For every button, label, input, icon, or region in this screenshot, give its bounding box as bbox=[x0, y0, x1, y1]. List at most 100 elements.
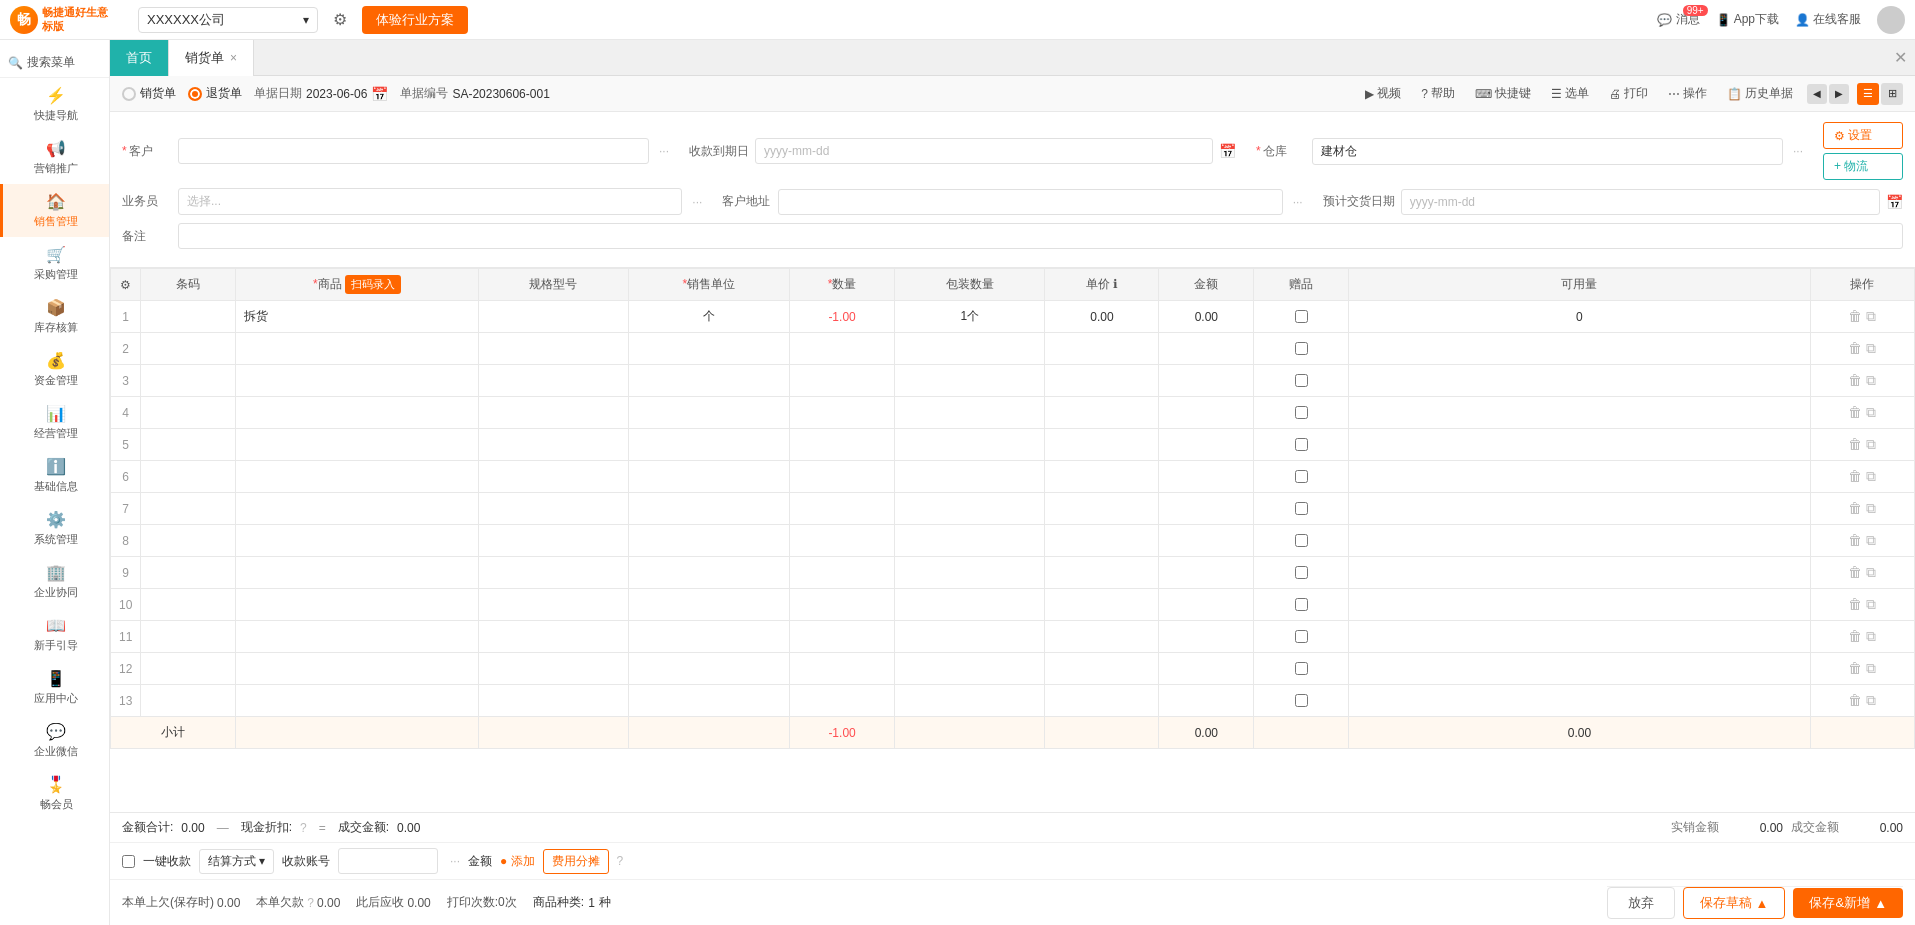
cell-product[interactable] bbox=[236, 653, 479, 685]
expected-date-calendar-icon[interactable]: 📅 bbox=[1886, 194, 1903, 210]
help-button[interactable]: ? 帮助 bbox=[1415, 82, 1461, 105]
cell-unit-price[interactable] bbox=[1045, 365, 1159, 397]
delete-icon[interactable]: 🗑 bbox=[1848, 340, 1862, 357]
cell-gift[interactable] bbox=[1254, 333, 1349, 365]
cell-spec[interactable] bbox=[478, 429, 628, 461]
doc-type-sales-radio[interactable]: 销货单 bbox=[122, 85, 176, 102]
cell-barcode[interactable] bbox=[141, 621, 236, 653]
tab-home[interactable]: 首页 bbox=[110, 40, 169, 76]
expected-date-input[interactable]: yyyy-mm-dd bbox=[1401, 189, 1880, 215]
cell-qty[interactable] bbox=[789, 557, 895, 589]
cell-unit[interactable] bbox=[628, 685, 789, 717]
cell-product[interactable] bbox=[236, 525, 479, 557]
delete-icon[interactable]: 🗑 bbox=[1848, 596, 1862, 613]
gift-checkbox[interactable] bbox=[1295, 438, 1308, 451]
customer-addr-input[interactable] bbox=[778, 189, 1282, 215]
cell-barcode[interactable] bbox=[141, 333, 236, 365]
copy-icon[interactable]: ⧉ bbox=[1866, 660, 1876, 677]
cell-unit[interactable] bbox=[628, 557, 789, 589]
cell-gift[interactable] bbox=[1254, 301, 1349, 333]
cell-product[interactable] bbox=[236, 333, 479, 365]
cell-amount[interactable] bbox=[1159, 365, 1254, 397]
account-input[interactable] bbox=[338, 848, 438, 874]
delete-icon[interactable]: 🗑 bbox=[1848, 628, 1862, 645]
gift-checkbox[interactable] bbox=[1295, 694, 1308, 707]
cell-spec[interactable] bbox=[478, 557, 628, 589]
cell-gift[interactable] bbox=[1254, 365, 1349, 397]
cell-amount[interactable] bbox=[1159, 589, 1254, 621]
delete-icon[interactable]: 🗑 bbox=[1848, 500, 1862, 517]
cell-qty[interactable] bbox=[789, 589, 895, 621]
cell-unit-price[interactable] bbox=[1045, 621, 1159, 653]
cell-barcode[interactable] bbox=[141, 493, 236, 525]
cell-spec[interactable] bbox=[478, 301, 628, 333]
sidebar-item-guide[interactable]: 📖 新手引导 bbox=[0, 608, 109, 661]
cell-pkg-qty[interactable] bbox=[895, 333, 1045, 365]
copy-icon[interactable]: ⧉ bbox=[1866, 628, 1876, 645]
delete-icon[interactable]: 🗑 bbox=[1848, 660, 1862, 677]
discount-help-icon[interactable]: ? bbox=[300, 821, 307, 835]
cell-spec[interactable] bbox=[478, 621, 628, 653]
sidebar-item-enterprise[interactable]: 🏢 企业协同 bbox=[0, 555, 109, 608]
calc-method-select[interactable]: 结算方式 ▾ bbox=[199, 849, 274, 874]
salesperson-input[interactable]: 选择... bbox=[178, 188, 682, 215]
delete-icon[interactable]: 🗑 bbox=[1848, 308, 1862, 325]
cell-product[interactable] bbox=[236, 685, 479, 717]
copy-icon[interactable]: ⧉ bbox=[1866, 468, 1876, 485]
cell-unit-price[interactable] bbox=[1045, 525, 1159, 557]
customer-more-icon[interactable]: ··· bbox=[659, 144, 669, 158]
message-button[interactable]: 💬 消息 99+ bbox=[1657, 11, 1700, 28]
cell-unit[interactable] bbox=[628, 365, 789, 397]
addr-more-icon[interactable]: ··· bbox=[1293, 195, 1303, 209]
cell-unit[interactable] bbox=[628, 621, 789, 653]
settings-icon-btn[interactable]: ⚙ bbox=[326, 6, 354, 34]
cell-product[interactable] bbox=[236, 589, 479, 621]
cell-amount[interactable] bbox=[1159, 429, 1254, 461]
gift-checkbox[interactable] bbox=[1295, 534, 1308, 547]
due-date-input[interactable]: yyyy-mm-dd bbox=[755, 138, 1213, 164]
cell-pkg-qty[interactable] bbox=[895, 461, 1045, 493]
cell-barcode[interactable] bbox=[141, 301, 236, 333]
tab-close-icon[interactable]: × bbox=[230, 51, 237, 65]
copy-icon[interactable]: ⧉ bbox=[1866, 308, 1876, 325]
cell-spec[interactable] bbox=[478, 525, 628, 557]
print-button[interactable]: 🖨 打印 bbox=[1603, 82, 1654, 105]
copy-icon[interactable]: ⧉ bbox=[1866, 532, 1876, 549]
select-order-button[interactable]: ☰ 选单 bbox=[1545, 82, 1595, 105]
delete-icon[interactable]: 🗑 bbox=[1848, 404, 1862, 421]
sidebar-item-sales[interactable]: 🏠 销售管理 bbox=[0, 184, 109, 237]
cell-spec[interactable] bbox=[478, 365, 628, 397]
cell-unit-price[interactable] bbox=[1045, 493, 1159, 525]
gift-checkbox[interactable] bbox=[1295, 342, 1308, 355]
cell-product[interactable]: 拆货 bbox=[236, 301, 479, 333]
window-close-icon[interactable]: ✕ bbox=[1894, 49, 1907, 66]
sidebar-item-finance[interactable]: 💰 资金管理 bbox=[0, 343, 109, 396]
delete-icon[interactable]: 🗑 bbox=[1848, 436, 1862, 453]
cell-unit-price[interactable]: 0.00 bbox=[1045, 301, 1159, 333]
cell-unit-price[interactable] bbox=[1045, 333, 1159, 365]
cell-amount[interactable] bbox=[1159, 333, 1254, 365]
gift-checkbox[interactable] bbox=[1295, 310, 1308, 323]
th-settings[interactable]: ⚙ bbox=[111, 269, 141, 301]
product-kind-item[interactable]: 商品种类: 1 种 bbox=[533, 894, 611, 911]
gift-checkbox[interactable] bbox=[1295, 662, 1308, 675]
cell-unit-price[interactable] bbox=[1045, 589, 1159, 621]
expense-split-button[interactable]: 费用分摊 bbox=[543, 849, 609, 874]
cell-amount[interactable] bbox=[1159, 397, 1254, 429]
cell-pkg-qty[interactable]: 1个 bbox=[895, 301, 1045, 333]
cell-gift[interactable] bbox=[1254, 653, 1349, 685]
sidebar-item-system[interactable]: ⚙️ 系统管理 bbox=[0, 502, 109, 555]
warehouse-more-icon[interactable]: ··· bbox=[1793, 144, 1803, 158]
cell-gift[interactable] bbox=[1254, 557, 1349, 589]
form-settings-button[interactable]: ⚙ 设置 bbox=[1823, 122, 1903, 149]
cell-spec[interactable] bbox=[478, 493, 628, 525]
cell-unit[interactable] bbox=[628, 429, 789, 461]
cell-unit[interactable] bbox=[628, 653, 789, 685]
delete-icon[interactable]: 🗑 bbox=[1848, 532, 1862, 549]
cell-product[interactable] bbox=[236, 621, 479, 653]
warehouse-input[interactable]: 建材仓 bbox=[1312, 138, 1783, 165]
app-download-button[interactable]: 📱 App下载 bbox=[1716, 11, 1779, 28]
cell-gift[interactable] bbox=[1254, 589, 1349, 621]
cell-pkg-qty[interactable] bbox=[895, 589, 1045, 621]
copy-icon[interactable]: ⧉ bbox=[1866, 692, 1876, 709]
